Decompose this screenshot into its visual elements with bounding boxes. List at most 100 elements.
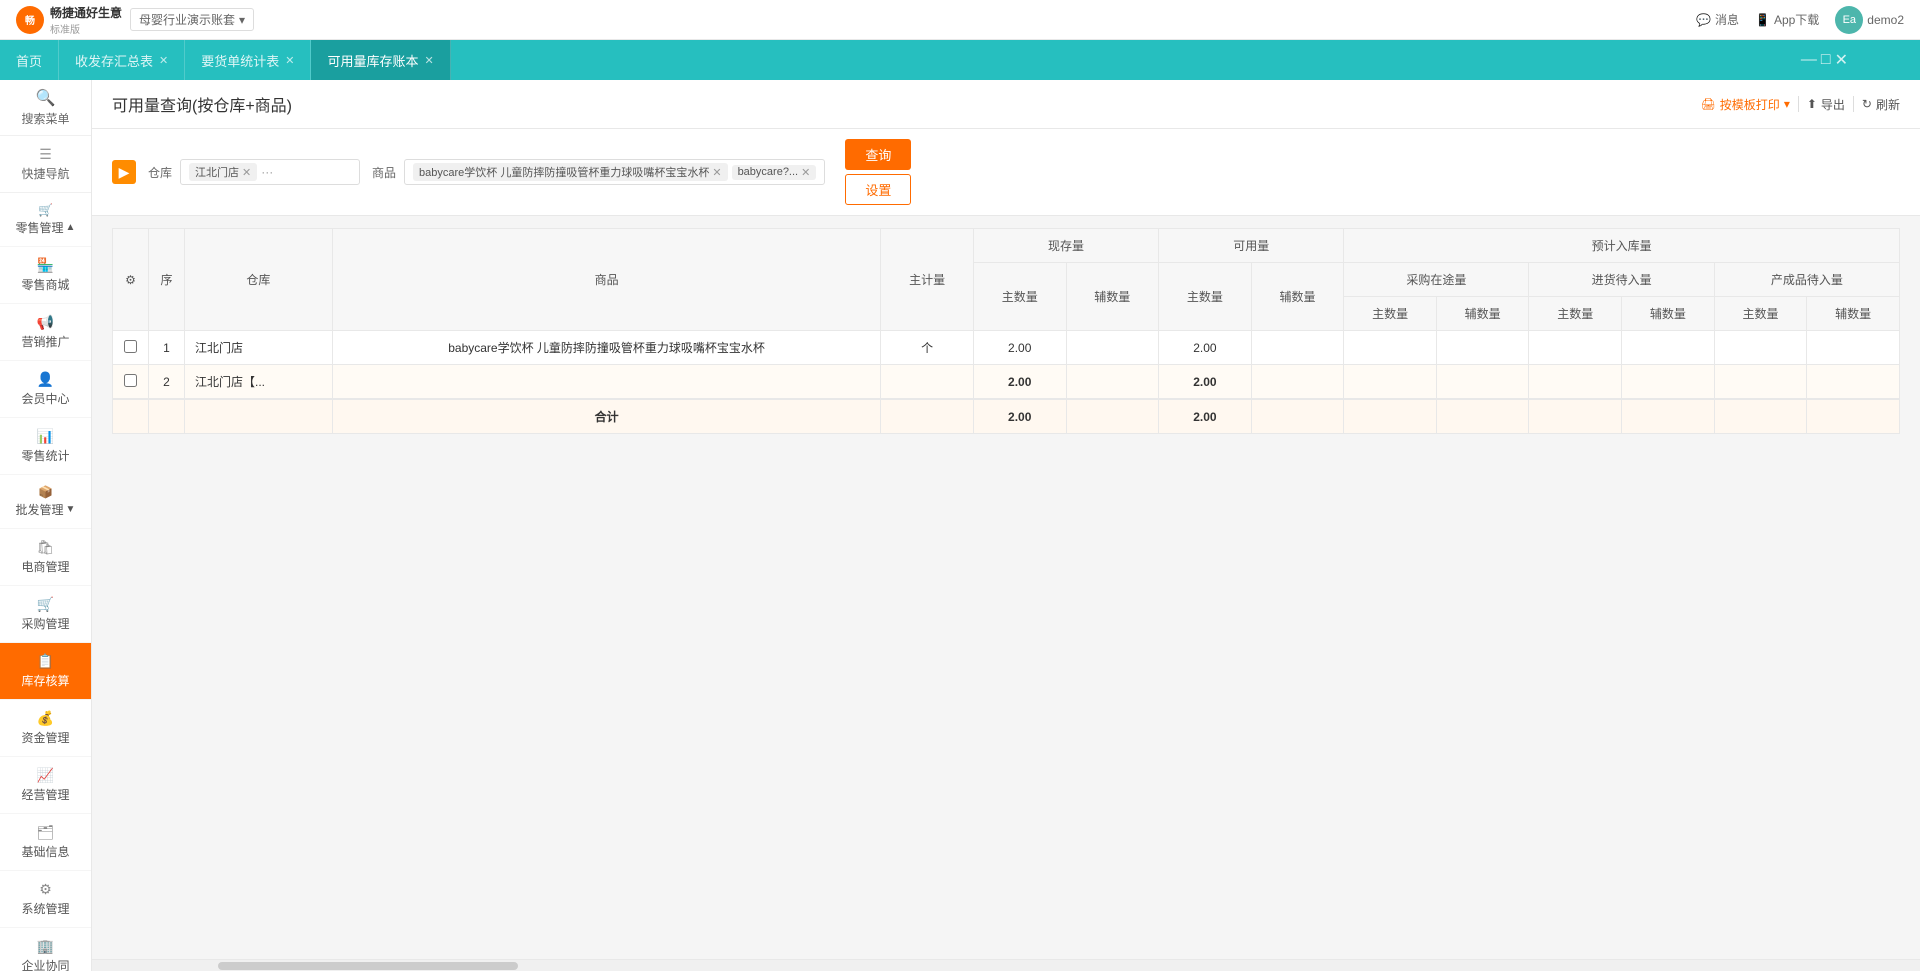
row-purchase-aux <box>1436 331 1529 365</box>
tab-close-icon[interactable]: ✕ <box>425 54 434 67</box>
sidebar-quick-nav[interactable]: ☰ 快捷导航 <box>0 136 91 193</box>
sidebar-item-marketing[interactable]: 📢 营销推广 <box>0 304 91 361</box>
stats-icon: 📊 <box>37 428 54 445</box>
export-button[interactable]: ⬆ 导出 <box>1807 96 1845 113</box>
no-column-header: 序 <box>149 229 185 331</box>
user-menu[interactable]: Ea demo2 <box>1835 6 1904 34</box>
stock-group-header: 现存量 <box>973 229 1158 263</box>
filter-toggle-button[interactable]: ▶ <box>112 160 136 184</box>
template-print-button[interactable]: 🖨 按模板打印 ▾ <box>1701 96 1790 113</box>
account-dropdown[interactable]: 母婴行业演示账套 ▾ <box>130 8 254 31</box>
tab-home[interactable]: 首页 <box>0 40 59 80</box>
stock-aux-header: 辅数量 <box>1066 263 1159 331</box>
minimize-icon[interactable]: — <box>1801 51 1817 69</box>
filter-bar: ▶ 仓库 江北门店 ✕ ··· 商品 babycare学饮杯 儿童防摔防撞吸管杯… <box>92 129 1920 216</box>
sidebar-item-system[interactable]: ⚙ 系统管理 <box>0 871 91 928</box>
close-icon[interactable]: ✕ <box>1835 50 1848 70</box>
filter-actions: 查询 设置 <box>845 139 911 205</box>
row-available-aux <box>1251 365 1344 400</box>
row-unit <box>881 365 974 400</box>
total-no-cell <box>149 399 185 434</box>
total-inbound-main <box>1529 399 1622 434</box>
total-warehouse-cell <box>185 399 333 434</box>
total-label: 合计 <box>332 399 881 434</box>
nav-tabs-end: — □ ✕ <box>1789 40 1860 80</box>
app-download-button[interactable]: 📱 App下载 <box>1755 11 1819 28</box>
row-no: 1 <box>149 331 185 365</box>
settings-button[interactable]: 设置 <box>845 174 911 205</box>
row-stock-aux <box>1066 331 1159 365</box>
top-bar: 畅 畅捷通好生意 标准版 母婴行业演示账套 ▾ 💬 消息 📱 App下载 Ea … <box>0 0 1920 40</box>
product-column-header: 商品 <box>332 229 881 331</box>
sidebar-item-purchase[interactable]: 🛒 采购管理 <box>0 586 91 643</box>
total-stock-main: 2.00 <box>973 399 1066 434</box>
export-icon: ⬆ <box>1807 97 1817 111</box>
chevron-icon: ▲ <box>66 222 76 233</box>
search-icon: 🔍 <box>36 88 56 108</box>
sidebar-item-basic[interactable]: 🗂 基础信息 <box>0 814 91 871</box>
inbound-main-header: 主数量 <box>1529 297 1622 331</box>
brand-logo: 畅 畅捷通好生意 标准版 <box>16 4 122 36</box>
query-button[interactable]: 查询 <box>845 139 911 170</box>
top-bar-left: 畅 畅捷通好生意 标准版 母婴行业演示账套 ▾ <box>16 4 254 36</box>
basic-icon: 🗂 <box>37 824 55 841</box>
incoming-group-header: 预计入库量 <box>1344 229 1900 263</box>
tab-receive-summary[interactable]: 收发存汇总表 ✕ <box>59 40 185 80</box>
phone-icon: 📱 <box>1755 13 1770 27</box>
tab-order-stats[interactable]: 要货单统计表 ✕ <box>185 40 311 80</box>
row-purchase-aux <box>1436 365 1529 400</box>
scroll-bar[interactable] <box>92 959 1920 971</box>
remove-tag-icon[interactable]: ✕ <box>801 166 810 179</box>
row-purchase-main <box>1344 331 1437 365</box>
tab-available-stock[interactable]: 可用量库存账本 ✕ <box>311 40 450 80</box>
sidebar-search[interactable]: 🔍 搜索菜单 <box>0 80 91 136</box>
sidebar-item-member[interactable]: 👤 会员中心 <box>0 361 91 418</box>
tab-close-icon[interactable]: ✕ <box>159 54 168 67</box>
total-purchase-aux <box>1436 399 1529 434</box>
tab-close-icon[interactable]: ✕ <box>285 54 294 67</box>
warehouse-column-header: 仓库 <box>185 229 333 331</box>
row-checkbox[interactable] <box>113 365 149 400</box>
finance-icon: 💰 <box>37 710 54 727</box>
row-production-main <box>1714 365 1807 400</box>
production-main-header: 主数量 <box>1714 297 1807 331</box>
brand-sub: 标准版 <box>50 21 122 36</box>
sidebar-item-enterprise[interactable]: 🏢 企业协同 <box>0 928 91 971</box>
more-icon[interactable]: ··· <box>261 165 273 179</box>
row-inbound-aux <box>1622 331 1715 365</box>
remove-tag-icon[interactable]: ✕ <box>242 166 251 179</box>
row-available-main: 2.00 <box>1159 365 1252 400</box>
sidebar-item-retail-stats[interactable]: 📊 零售统计 <box>0 418 91 475</box>
product-label: 商品 <box>372 164 396 181</box>
row-warehouse: 江北门店 <box>185 331 333 365</box>
message-button[interactable]: 💬 消息 <box>1696 11 1739 28</box>
refresh-button[interactable]: ↻ 刷新 <box>1862 96 1900 113</box>
row-product: babycare学饮杯 儿童防摔防撞吸管杯重力球吸嘴杯宝宝水杯 <box>332 331 881 365</box>
remove-tag-icon[interactable]: ✕ <box>712 166 721 179</box>
warehouse-tag[interactable]: 江北门店 ✕ <box>189 163 257 181</box>
sidebar-item-inventory[interactable]: 📋 库存核算 <box>0 643 91 700</box>
maximize-icon[interactable]: □ <box>1821 51 1831 69</box>
sidebar-item-ecommerce[interactable]: 🛍 电商管理 <box>0 529 91 586</box>
production-group-header: 产成品待入量 <box>1714 263 1899 297</box>
product-input[interactable]: babycare学饮杯 儿童防摔防撞吸管杯重力球吸嘴杯宝宝水杯 ✕ babyca… <box>404 159 825 185</box>
settings-column-header[interactable]: ⚙ <box>113 229 149 331</box>
row-production-aux <box>1807 365 1900 400</box>
unit-column-header: 主计量 <box>881 229 974 331</box>
product-tag-2[interactable]: babycare?... ✕ <box>732 165 817 180</box>
row-checkbox[interactable] <box>113 331 149 365</box>
scroll-thumb[interactable] <box>218 962 518 970</box>
stock-main-header: 主数量 <box>973 263 1066 331</box>
sidebar-item-retail-mall[interactable]: 🏪 零售商城 <box>0 247 91 304</box>
product-tag-1[interactable]: babycare学饮杯 儿童防摔防撞吸管杯重力球吸嘴杯宝宝水杯 ✕ <box>413 163 728 181</box>
available-aux-header: 辅数量 <box>1251 263 1344 331</box>
ecommerce-icon: 🛍 <box>37 539 55 556</box>
sidebar-item-retail-mgmt[interactable]: 🛒 零售管理 ▲ <box>0 193 91 247</box>
row-purchase-main <box>1344 365 1437 400</box>
purchase-main-header: 主数量 <box>1344 297 1437 331</box>
total-unit-cell <box>881 399 974 434</box>
sidebar-item-ops[interactable]: 📈 经营管理 <box>0 757 91 814</box>
sidebar-item-wholesale-mgmt[interactable]: 📦 批发管理 ▼ <box>0 475 91 529</box>
sidebar-item-finance[interactable]: 💰 资金管理 <box>0 700 91 757</box>
warehouse-input[interactable]: 江北门店 ✕ ··· <box>180 159 360 185</box>
